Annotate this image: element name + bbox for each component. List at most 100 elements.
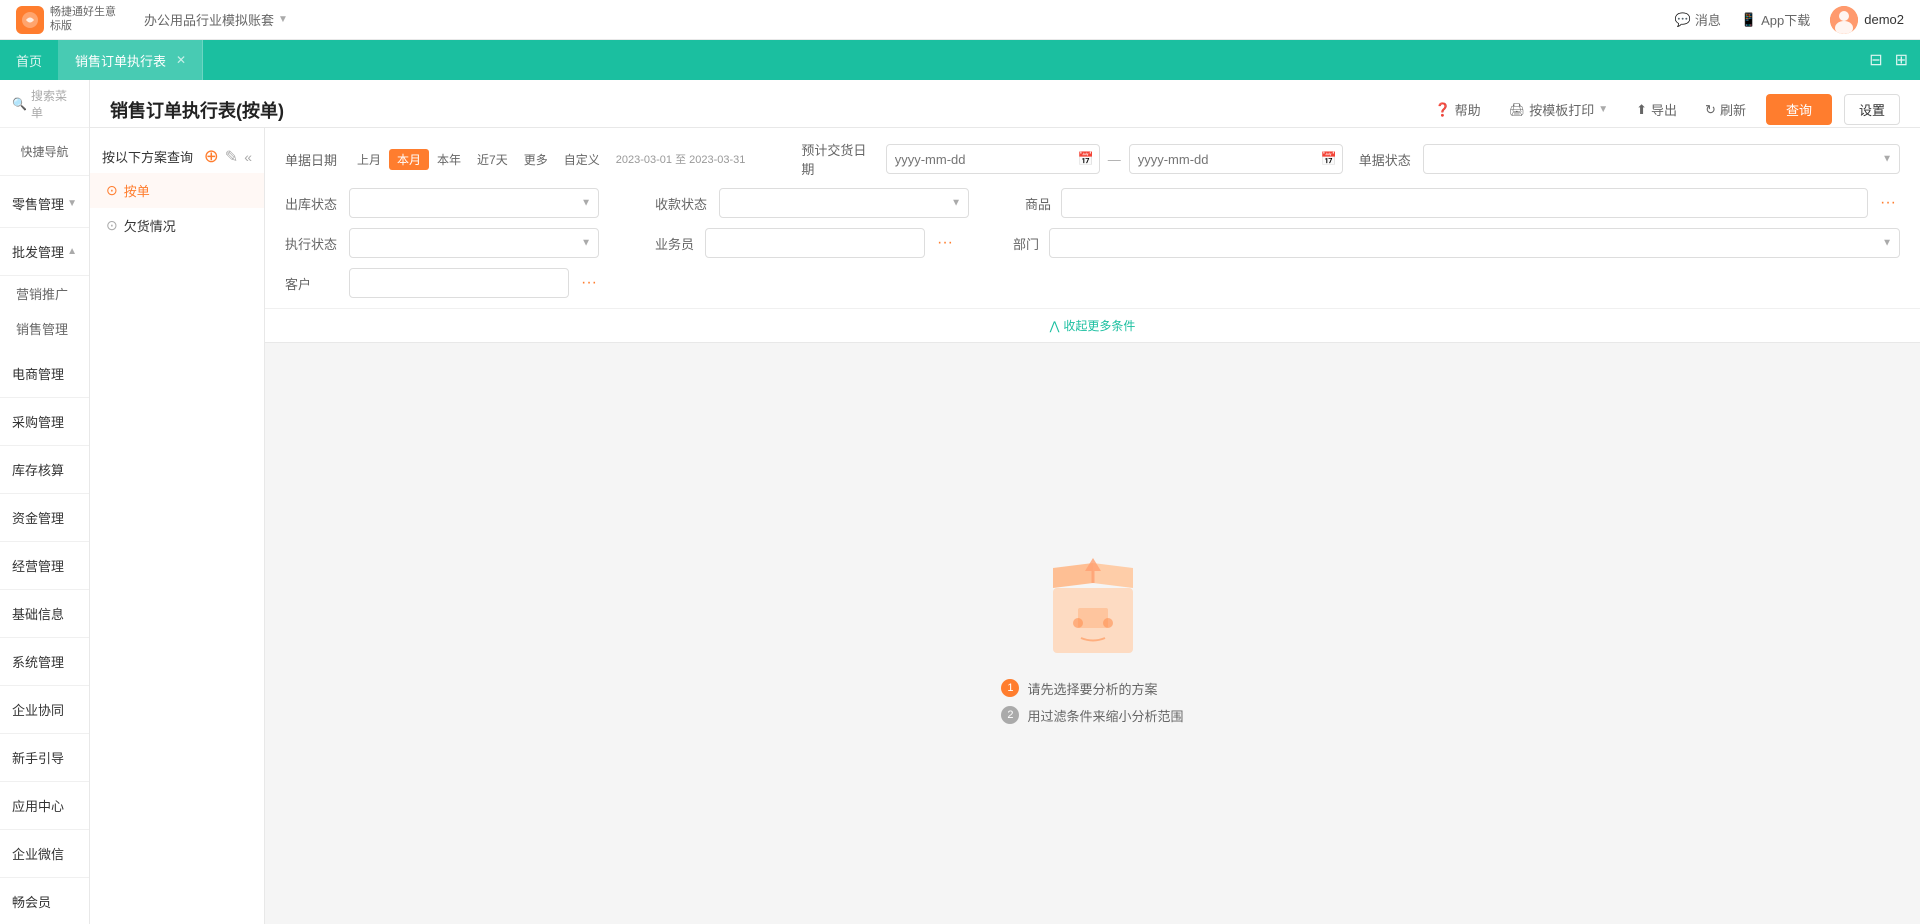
- customer-input[interactable]: [349, 268, 569, 298]
- sidebar-sub-sales[interactable]: 销售管理: [0, 311, 89, 346]
- print-icon: 🖨: [1509, 102, 1526, 118]
- dept-select[interactable]: [1049, 228, 1900, 258]
- tab-sales-order[interactable]: 销售订单执行表 ✕: [59, 40, 203, 80]
- date-tab-custom[interactable]: 自定义: [556, 149, 608, 170]
- collapse-label: 收起更多条件: [1063, 317, 1135, 334]
- sidebar-item-retail[interactable]: 零售管理 ▼: [0, 180, 89, 228]
- settings-button[interactable]: 设置: [1844, 94, 1900, 125]
- sidebar-item-inventory[interactable]: 库存核算: [0, 446, 89, 494]
- content-area: 销售订单执行表(按单) ❓ 帮助 🖨 按模板打印 ▼ ⬆ 导出 ↻ 刷新: [90, 80, 1920, 924]
- salesperson-dots-icon[interactable]: ···: [933, 234, 957, 252]
- date-tab-this-year[interactable]: 本年: [429, 149, 469, 170]
- filter-sidebar-icons: ⊕ ✎ «: [204, 146, 252, 167]
- sidebar-item-system[interactable]: 系统管理: [0, 638, 89, 686]
- sidebar-item-ecommerce[interactable]: 电商管理: [0, 350, 89, 398]
- step-num-1: 1: [1001, 679, 1019, 697]
- expected-delivery-label: 预计交货日期: [801, 140, 877, 178]
- sidebar-inventory-label: 库存核算: [12, 460, 64, 479]
- user-name: demo2: [1864, 12, 1904, 27]
- customer-dots-icon[interactable]: ···: [577, 274, 601, 292]
- refresh-button[interactable]: ↻ 刷新: [1697, 96, 1754, 123]
- dept-group: 部门 ▼: [1013, 228, 1900, 258]
- plan-item-icon-2: ⊙: [106, 217, 118, 234]
- message-action[interactable]: 💬 消息: [1675, 10, 1721, 29]
- message-icon: 💬: [1675, 12, 1691, 28]
- tab-expand-icon[interactable]: ⊞: [1895, 50, 1908, 70]
- product-label: 商品: [1025, 194, 1053, 213]
- tab-close-icon[interactable]: ✕: [176, 53, 186, 67]
- sidebar-item-app-center[interactable]: 应用中心: [0, 782, 89, 830]
- collapse-button[interactable]: ⋀ 收起更多条件: [1050, 317, 1136, 334]
- logo-area: 畅捷通好生意 标版: [16, 6, 116, 34]
- order-status-select-wrapper: ▼: [1423, 144, 1900, 174]
- tab-home[interactable]: 首页: [0, 40, 59, 80]
- outstock-group: 出库状态 ▼: [285, 188, 599, 218]
- date-tab-this-month[interactable]: 本月: [389, 149, 429, 170]
- sidebar-item-wechat[interactable]: 企业微信: [0, 830, 89, 878]
- app-download-action[interactable]: 📱 App下载: [1741, 10, 1810, 29]
- search-icon: 🔍: [12, 97, 27, 111]
- salesperson-input[interactable]: [705, 228, 925, 258]
- date-label: 单据日期: [285, 150, 341, 169]
- help-icon: ❓: [1434, 102, 1450, 118]
- empty-step-1: 1 请先选择要分析的方案: [1001, 679, 1183, 698]
- empty-illustration: [1023, 543, 1163, 663]
- sidebar-search[interactable]: 🔍 搜索菜单: [0, 80, 89, 128]
- collapse-bar[interactable]: ⋀ 收起更多条件: [265, 308, 1920, 343]
- exec-status-select[interactable]: [349, 228, 599, 258]
- sidebar-enterprise-label: 企业协同: [12, 700, 64, 719]
- end-date-cal-icon: 📅: [1321, 151, 1337, 167]
- sidebar-item-finance[interactable]: 资金管理: [0, 494, 89, 542]
- sidebar-item-enterprise[interactable]: 企业协同: [0, 686, 89, 734]
- edit-plan-icon[interactable]: ✎: [225, 147, 238, 167]
- collapse-sidebar-icon[interactable]: «: [244, 149, 252, 165]
- sidebar-item-purchase[interactable]: 采购管理: [0, 398, 89, 446]
- date-tab-more[interactable]: 更多: [516, 149, 556, 170]
- product-group: 商品 ···: [1025, 188, 1900, 218]
- sidebar-quick-nav[interactable]: 快捷导航: [0, 128, 89, 176]
- sidebar-item-operations[interactable]: 经营管理: [0, 542, 89, 590]
- tab-minimize-icon[interactable]: ⊟: [1869, 50, 1882, 70]
- add-plan-icon[interactable]: ⊕: [204, 146, 219, 167]
- tab-home-label: 首页: [16, 51, 42, 70]
- start-date-input[interactable]: [886, 144, 1100, 174]
- help-button[interactable]: ❓ 帮助: [1426, 96, 1488, 123]
- sidebar-item-basic-info[interactable]: 基础信息: [0, 590, 89, 638]
- query-button[interactable]: 查询: [1766, 94, 1832, 125]
- dept-label: 部门: [1013, 234, 1041, 253]
- empty-step-2: 2 用过滤条件来缩小分析范围: [1001, 706, 1183, 725]
- sidebar-wechat-label: 企业微信: [12, 844, 64, 863]
- breadcrumb-text: 办公用品行业模拟账套: [144, 10, 274, 29]
- exec-status-select-wrapper: ▼: [349, 228, 599, 258]
- plan-item-by-order[interactable]: ⊙ 按单: [90, 173, 264, 208]
- order-status-select[interactable]: [1423, 144, 1900, 174]
- receipt-select[interactable]: [719, 188, 969, 218]
- outstock-select-wrapper: ▼: [349, 188, 599, 218]
- date-tab-7days[interactable]: 近7天: [469, 149, 516, 170]
- end-date-input[interactable]: [1129, 144, 1343, 174]
- main-content: 单据日期 上月 本月 本年 近7天 更多 自定义 2023-03-01 至 20…: [265, 128, 1920, 924]
- tab-bar-right: ⊟ ⊞: [1857, 40, 1920, 80]
- sidebar-item-wholesale[interactable]: 批发管理 ▲: [0, 228, 89, 276]
- print-template-button[interactable]: 🖨 按模板打印 ▼: [1501, 96, 1616, 123]
- date-filter-group: 单据日期 上月 本月 本年 近7天 更多 自定义 2023-03-01 至 20…: [285, 149, 745, 170]
- logo-text: 畅捷通好生意 标版: [50, 6, 116, 32]
- date-tabs: 上月 本月 本年 近7天 更多 自定义: [349, 149, 608, 170]
- sidebar-sub-sales-label: 销售管理: [16, 322, 68, 337]
- breadcrumb[interactable]: 办公用品行业模拟账套 ▼: [144, 10, 288, 29]
- user-avatar-area[interactable]: demo2: [1830, 6, 1904, 34]
- outstock-select[interactable]: [349, 188, 599, 218]
- plan-item-shortage[interactable]: ⊙ 欠货情况: [90, 208, 264, 243]
- customer-group: 客户 ···: [285, 268, 601, 298]
- dept-select-wrapper: ▼: [1049, 228, 1900, 258]
- product-input[interactable]: [1061, 188, 1868, 218]
- page-actions: ❓ 帮助 🖨 按模板打印 ▼ ⬆ 导出 ↻ 刷新 查询 设置: [1426, 94, 1900, 125]
- product-dots-icon[interactable]: ···: [1876, 194, 1900, 212]
- filter-sidebar-header: 按以下方案查询 ⊕ ✎ «: [90, 140, 264, 173]
- export-icon: ⬆: [1636, 102, 1647, 118]
- sidebar-item-member[interactable]: 畅会员: [0, 878, 89, 924]
- date-tab-last-month[interactable]: 上月: [349, 149, 389, 170]
- sidebar-sub-marketing[interactable]: 营销推广: [0, 276, 89, 311]
- sidebar-item-newbie[interactable]: 新手引导: [0, 734, 89, 782]
- export-button[interactable]: ⬆ 导出: [1628, 96, 1685, 123]
